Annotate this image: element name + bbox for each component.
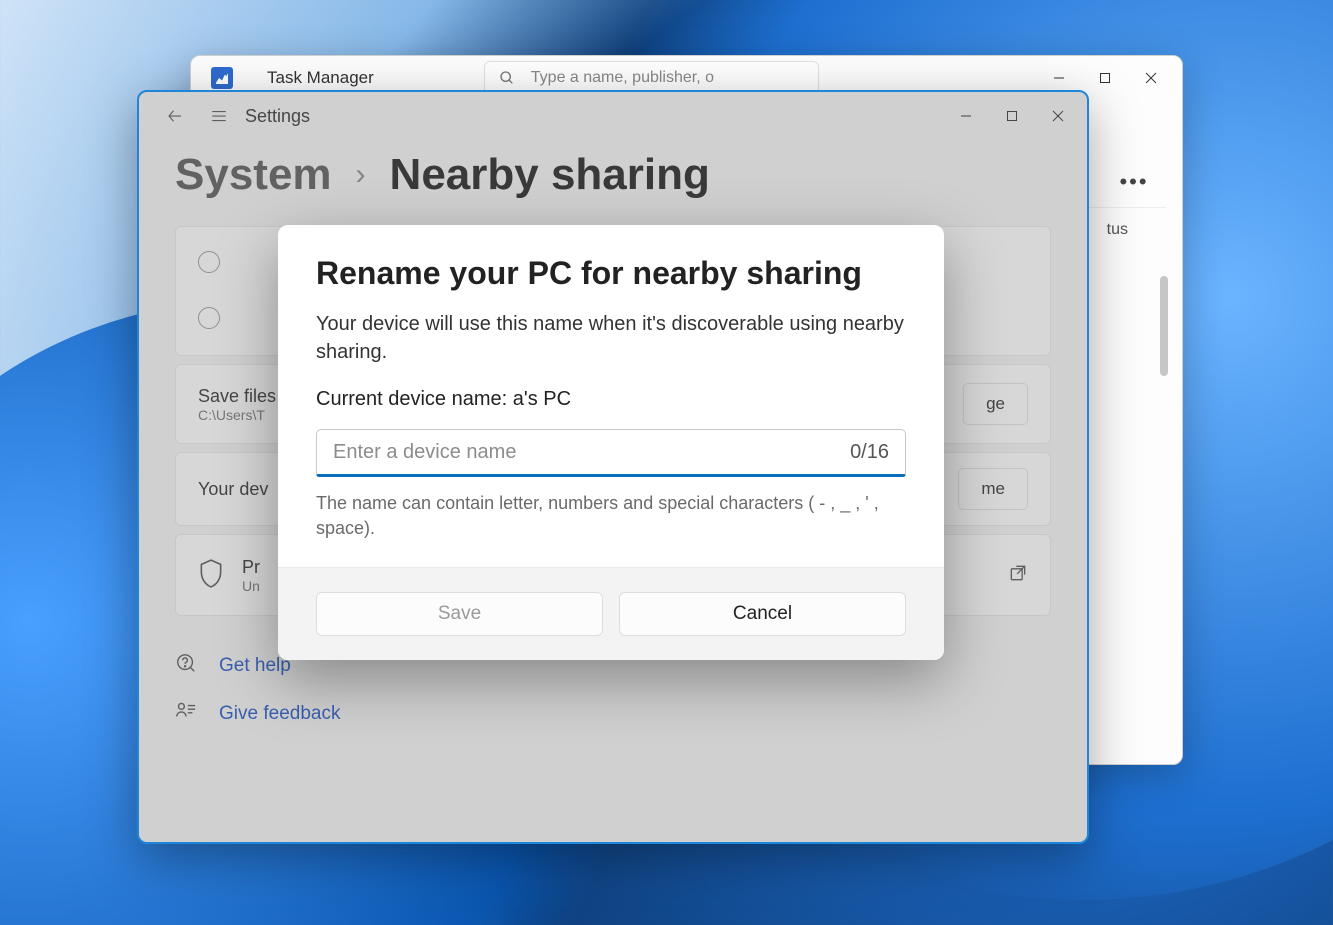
give-feedback-label: Give feedback bbox=[219, 703, 340, 725]
device-name-label: Your dev bbox=[198, 479, 268, 500]
cancel-button[interactable]: Cancel bbox=[619, 592, 906, 636]
more-button[interactable]: ••• bbox=[1110, 162, 1158, 202]
breadcrumb: System › Nearby sharing bbox=[139, 140, 1087, 226]
give-feedback-link[interactable]: Give feedback bbox=[175, 700, 1087, 728]
char-counter: 0/16 bbox=[850, 441, 889, 464]
minimize-button[interactable] bbox=[943, 100, 989, 132]
save-button[interactable]: Save bbox=[316, 592, 603, 636]
scrollbar-thumb[interactable] bbox=[1160, 276, 1168, 376]
breadcrumb-root[interactable]: System bbox=[175, 150, 332, 200]
radio-option[interactable] bbox=[198, 251, 220, 273]
radio-option[interactable] bbox=[198, 307, 220, 329]
dialog-description: Your device will use this name when it's… bbox=[316, 310, 906, 366]
privacy-title: Pr bbox=[242, 557, 260, 578]
status-column-header: tus bbox=[1107, 221, 1128, 239]
task-manager-search-placeholder: Type a name, publisher, o bbox=[531, 69, 714, 87]
task-manager-app-icon bbox=[211, 67, 233, 89]
change-folder-button[interactable]: ge bbox=[963, 383, 1028, 425]
task-manager-title: Task Manager bbox=[267, 68, 374, 88]
current-device-name-label: Current device name: a's PC bbox=[316, 388, 906, 411]
chevron-right-icon: › bbox=[356, 158, 366, 192]
open-external-icon[interactable] bbox=[1008, 563, 1028, 588]
dialog-hint: The name can contain letter, numbers and… bbox=[316, 491, 906, 541]
dialog-title: Rename your PC for nearby sharing bbox=[316, 255, 906, 292]
hamburger-menu-button[interactable] bbox=[197, 98, 241, 134]
rename-pc-dialog: Rename your PC for nearby sharing Your d… bbox=[278, 225, 944, 660]
settings-titlebar[interactable]: Settings bbox=[139, 92, 1087, 140]
rename-button[interactable]: me bbox=[958, 468, 1028, 510]
back-button[interactable] bbox=[153, 98, 197, 134]
privacy-sub: Un bbox=[242, 578, 260, 594]
feedback-icon bbox=[175, 700, 197, 728]
device-name-input[interactable] bbox=[333, 441, 838, 464]
close-button[interactable] bbox=[1035, 100, 1081, 132]
save-files-title: Save files bbox=[198, 386, 276, 407]
get-help-label: Get help bbox=[219, 655, 291, 677]
settings-app-title: Settings bbox=[245, 106, 310, 127]
close-button[interactable] bbox=[1128, 62, 1174, 94]
maximize-button[interactable] bbox=[1082, 62, 1128, 94]
device-name-field-wrap[interactable]: 0/16 bbox=[316, 429, 906, 477]
save-files-path: C:\Users\T bbox=[198, 407, 276, 423]
maximize-button[interactable] bbox=[989, 100, 1035, 132]
help-icon bbox=[175, 652, 197, 680]
search-icon bbox=[499, 70, 515, 86]
shield-icon bbox=[198, 558, 224, 593]
breadcrumb-leaf: Nearby sharing bbox=[390, 150, 710, 200]
